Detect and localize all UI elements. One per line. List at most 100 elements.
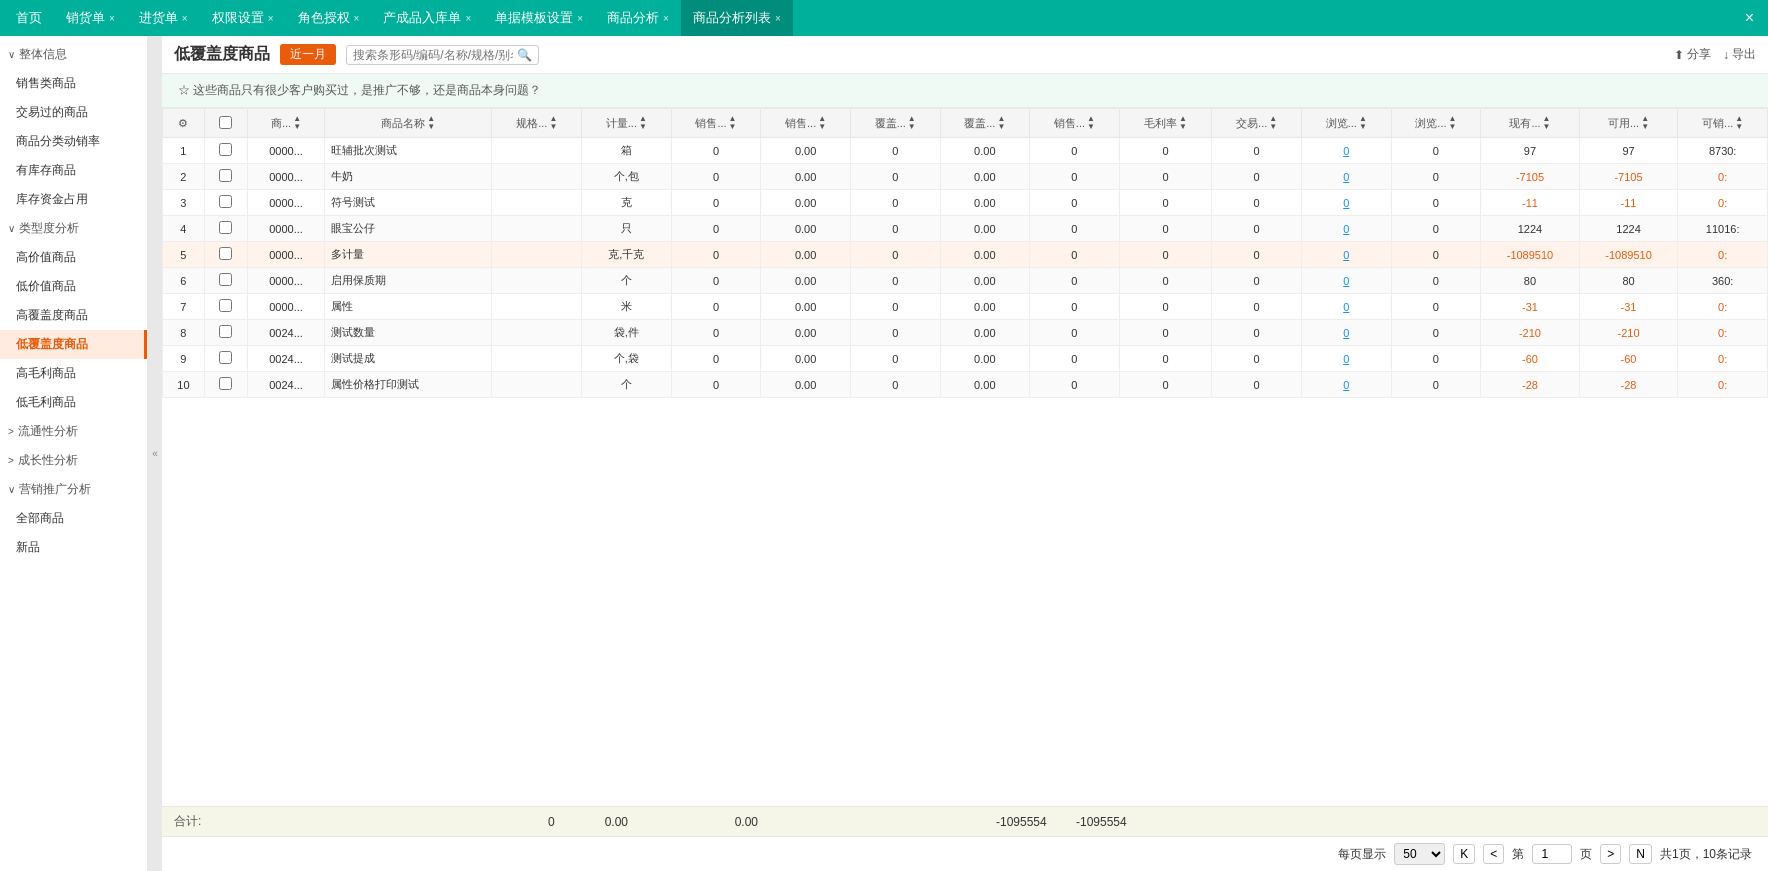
col-name[interactable]: 商品名称▲▼ — [325, 109, 492, 138]
row-browse1[interactable]: 0 — [1301, 164, 1391, 190]
close-icon[interactable]: × — [775, 13, 781, 24]
sidebar-item-category-sales-rate[interactable]: 商品分类动销率 — [0, 127, 147, 156]
first-page-button[interactable]: K — [1453, 844, 1475, 864]
sidebar-item-high-margin[interactable]: 高毛利商品 — [0, 359, 147, 388]
nav-tab-product-analysis-list[interactable]: 商品分析列表 × — [681, 0, 793, 36]
row-checkbox[interactable] — [204, 320, 247, 346]
nav-tab-role[interactable]: 角色授权 × — [286, 0, 372, 36]
row-available-stock: -11 — [1579, 190, 1678, 216]
row-browse1[interactable]: 0 — [1301, 346, 1391, 372]
row-browse1[interactable]: 0 — [1301, 138, 1391, 164]
sidebar-toggle[interactable]: « — [148, 36, 162, 871]
close-icon[interactable]: × — [577, 13, 583, 24]
col-checkbox[interactable] — [204, 109, 247, 138]
prev-page-button[interactable]: < — [1483, 844, 1504, 864]
col-transaction[interactable]: 交易...▲▼ — [1212, 109, 1302, 138]
row-browse1[interactable]: 0 — [1301, 190, 1391, 216]
sidebar-item-capital-usage[interactable]: 库存资金占用 — [0, 185, 147, 214]
nav-tab-template[interactable]: 单据模板设置 × — [483, 0, 595, 36]
row-code: 0000... — [247, 216, 324, 242]
table-row: 10 0024... 属性价格打印测试 个 0 0.00 0 0.00 0 0 … — [163, 372, 1768, 398]
search-icon[interactable]: 🔍 — [517, 48, 532, 62]
sidebar-item-low-margin[interactable]: 低毛利商品 — [0, 388, 147, 417]
col-current-stock[interactable]: 现有...▲▼ — [1481, 109, 1580, 138]
per-page-select[interactable]: 50 20 100 — [1394, 843, 1445, 865]
sidebar-section-type-analysis[interactable]: ∨ 类型度分析 — [0, 214, 147, 243]
next-page-button[interactable]: > — [1600, 844, 1621, 864]
sidebar-item-all-products[interactable]: 全部商品 — [0, 504, 147, 533]
sidebar-item-low-coverage[interactable]: 低覆盖度商品 — [0, 330, 147, 359]
export-button[interactable]: ↓ 导出 — [1723, 46, 1756, 63]
row-sales-other: 0 — [1030, 320, 1120, 346]
sidebar-item-new-products[interactable]: 新品 — [0, 533, 147, 562]
col-saleable[interactable]: 可销...▲▼ — [1678, 109, 1768, 138]
close-icon[interactable]: × — [354, 13, 360, 24]
row-browse1[interactable]: 0 — [1301, 242, 1391, 268]
row-browse1[interactable]: 0 — [1301, 216, 1391, 242]
select-all-checkbox[interactable] — [219, 116, 232, 129]
sidebar-item-low-value[interactable]: 低价值商品 — [0, 272, 147, 301]
last-page-button[interactable]: N — [1629, 844, 1652, 864]
row-checkbox[interactable] — [204, 164, 247, 190]
nav-tab-purchase[interactable]: 进货单 × — [127, 0, 200, 36]
col-browse1[interactable]: 浏览...▲▼ — [1301, 109, 1391, 138]
nav-tab-sales[interactable]: 销货单 × — [54, 0, 127, 36]
sidebar-section-circulation[interactable]: > 流通性分析 — [0, 417, 147, 446]
nav-tab-product-analysis[interactable]: 商品分析 × — [595, 0, 681, 36]
col-settings[interactable]: ⚙ — [163, 109, 205, 138]
col-code[interactable]: 商...▲▼ — [247, 109, 324, 138]
row-checkbox[interactable] — [204, 242, 247, 268]
close-all-button[interactable]: × — [1735, 9, 1764, 27]
search-input[interactable] — [353, 48, 513, 62]
close-icon[interactable]: × — [182, 13, 188, 24]
col-spec[interactable]: 规格...▲▼ — [492, 109, 582, 138]
row-browse2: 0 — [1391, 268, 1481, 294]
sidebar-item-traded-products[interactable]: 交易过的商品 — [0, 98, 147, 127]
sidebar-item-high-coverage[interactable]: 高覆盖度商品 — [0, 301, 147, 330]
sidebar-section-overall[interactable]: ∨ 整体信息 — [0, 40, 147, 69]
close-icon[interactable]: × — [109, 13, 115, 24]
row-checkbox[interactable] — [204, 372, 247, 398]
col-available-stock[interactable]: 可用...▲▼ — [1579, 109, 1678, 138]
col-sales-amt[interactable]: 销售...▲▼ — [761, 109, 851, 138]
current-page-input[interactable] — [1532, 844, 1572, 864]
row-cov2: 0.00 — [940, 164, 1030, 190]
nav-tab-product-warehouse[interactable]: 产成品入库单 × — [371, 0, 483, 36]
col-sales-qty[interactable]: 销售...▲▼ — [671, 109, 761, 138]
chevron-right-icon: > — [8, 455, 14, 466]
row-browse1[interactable]: 0 — [1301, 268, 1391, 294]
col-browse2[interactable]: 浏览...▲▼ — [1391, 109, 1481, 138]
sidebar-item-sales-products[interactable]: 销售类商品 — [0, 69, 147, 98]
row-checkbox[interactable] — [204, 138, 247, 164]
row-checkbox[interactable] — [204, 268, 247, 294]
row-browse1[interactable]: 0 — [1301, 372, 1391, 398]
row-checkbox[interactable] — [204, 294, 247, 320]
row-checkbox[interactable] — [204, 190, 247, 216]
row-browse1[interactable]: 0 — [1301, 294, 1391, 320]
row-browse1[interactable]: 0 — [1301, 320, 1391, 346]
row-checkbox[interactable] — [204, 346, 247, 372]
row-checkbox[interactable] — [204, 216, 247, 242]
row-spec — [492, 320, 582, 346]
close-icon[interactable]: × — [465, 13, 471, 24]
sidebar-section-growth[interactable]: > 成长性分析 — [0, 446, 147, 475]
sidebar-section-marketing[interactable]: ∨ 营销推广分析 — [0, 475, 147, 504]
settings-icon[interactable]: ⚙ — [178, 117, 188, 129]
col-unit[interactable]: 计量...▲▼ — [582, 109, 672, 138]
sidebar-item-in-stock[interactable]: 有库存商品 — [0, 156, 147, 185]
close-icon[interactable]: × — [268, 13, 274, 24]
row-cov1: 0 — [850, 216, 940, 242]
period-button[interactable]: 近一月 — [280, 44, 336, 65]
share-button[interactable]: ⬆ 分享 — [1674, 46, 1711, 63]
share-icon: ⬆ — [1674, 48, 1684, 62]
col-gross-margin[interactable]: 毛利率▲▼ — [1119, 109, 1212, 138]
col-coverage2[interactable]: 覆盖...▲▼ — [940, 109, 1030, 138]
row-transaction: 0 — [1212, 164, 1302, 190]
col-sales-other[interactable]: 销售...▲▼ — [1030, 109, 1120, 138]
col-coverage1[interactable]: 覆盖...▲▼ — [850, 109, 940, 138]
nav-tab-home[interactable]: 首页 — [4, 0, 54, 36]
row-code: 0024... — [247, 320, 324, 346]
nav-tab-permission[interactable]: 权限设置 × — [200, 0, 286, 36]
sidebar-item-high-value[interactable]: 高价值商品 — [0, 243, 147, 272]
close-icon[interactable]: × — [663, 13, 669, 24]
